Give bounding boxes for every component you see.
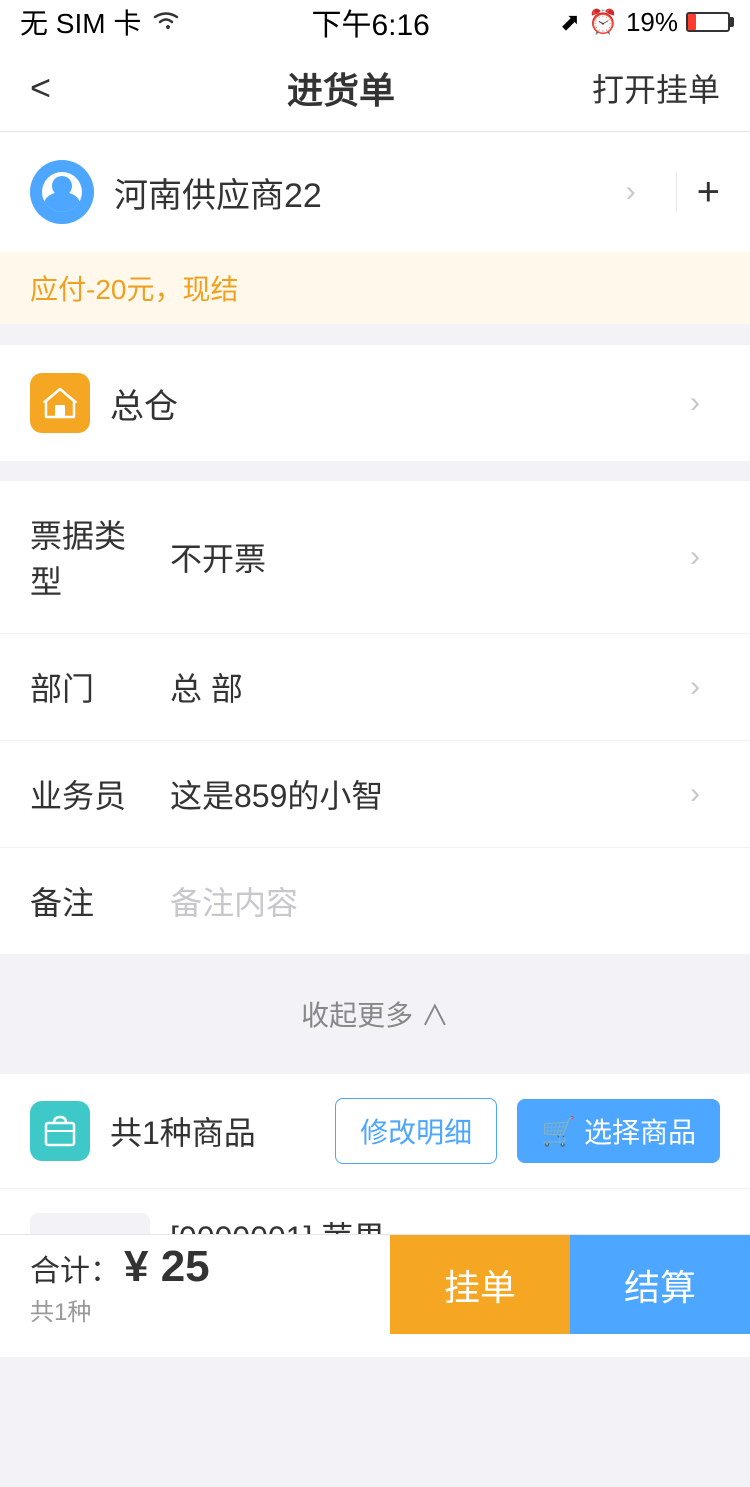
location-icon: ⬈: [560, 8, 580, 37]
status-bar: 无 SIM 卡 下午6:16 ⬈ ⏰ 19%: [0, 0, 750, 44]
warehouse-chevron-icon: ›: [690, 386, 700, 420]
warehouse-section: 总仓 ›: [0, 344, 750, 461]
invoice-type-label: 票据类型: [30, 511, 150, 603]
products-header: 共1种商品 修改明细 🛒 选择商品: [0, 1074, 750, 1189]
supplier-section: 河南供应商22 › + 应付-20元，现结: [0, 132, 750, 324]
select-product-button[interactable]: 🛒 选择商品: [517, 1099, 720, 1163]
supplier-name: 河南供应商22: [114, 168, 626, 217]
page-title: 进货单: [287, 62, 395, 114]
warehouse-icon: [30, 373, 90, 433]
product-count: 共1种商品: [110, 1108, 315, 1154]
modify-detail-button[interactable]: 修改明细: [335, 1098, 497, 1164]
salesperson-value: 这是859的小智: [170, 771, 690, 817]
collapse-label: 收起更多 ∧: [301, 994, 449, 1034]
notice-text: 应付-20元，现结: [30, 274, 238, 305]
carrier-label: 无 SIM 卡: [20, 2, 141, 42]
select-product-label: 选择商品: [584, 1111, 696, 1151]
supplier-avatar: [30, 160, 94, 224]
invoice-type-chevron-icon: ›: [690, 540, 700, 574]
alarm-icon: ⏰: [588, 8, 618, 37]
open-pending-button[interactable]: 打开挂单: [592, 65, 720, 111]
total-count: 共1种: [30, 1292, 360, 1327]
total-section: 合计： ¥ 25 共1种: [0, 1235, 390, 1334]
bottom-bar: 合计： ¥ 25 共1种 挂单 结算: [0, 1234, 750, 1334]
supplier-row[interactable]: 河南供应商22 › +: [0, 132, 750, 252]
total-label: 合计：: [30, 1246, 120, 1290]
invoice-type-row[interactable]: 票据类型 不开票 ›: [0, 481, 750, 634]
battery-percent: 19%: [626, 7, 678, 38]
status-left: 无 SIM 卡: [20, 2, 181, 42]
department-chevron-icon: ›: [690, 670, 700, 704]
warehouse-row[interactable]: 总仓 ›: [0, 344, 750, 461]
pending-button[interactable]: 挂单: [390, 1235, 570, 1334]
total-amount: ¥ 25: [124, 1242, 210, 1292]
department-value: 总 部: [170, 664, 690, 710]
wifi-icon: [151, 6, 181, 38]
remark-label: 备注: [30, 878, 150, 924]
supplier-chevron-icon: ›: [626, 175, 636, 209]
remark-placeholder: 备注内容: [170, 878, 720, 924]
salesperson-row[interactable]: 业务员 这是859的小智 ›: [0, 741, 750, 848]
nav-bar: < 进货单 打开挂单: [0, 44, 750, 132]
time-label: 下午6:16: [311, 0, 429, 44]
notice-banner: 应付-20元，现结: [0, 252, 750, 324]
cart-icon: 🛒: [541, 1115, 576, 1148]
salesperson-chevron-icon: ›: [690, 777, 700, 811]
remark-row[interactable]: 备注 备注内容: [0, 848, 750, 954]
department-row[interactable]: 部门 总 部 ›: [0, 634, 750, 741]
add-button[interactable]: +: [697, 170, 720, 215]
warehouse-name: 总仓: [110, 379, 690, 428]
product-icon: [30, 1101, 90, 1161]
form-section: 票据类型 不开票 › 部门 总 部 › 业务员 这是859的小智 › 备注 备注…: [0, 481, 750, 954]
invoice-type-value: 不开票: [170, 534, 690, 580]
department-label: 部门: [30, 664, 150, 710]
salesperson-label: 业务员: [30, 771, 150, 817]
checkout-button[interactable]: 结算: [570, 1235, 750, 1334]
supplier-divider: [676, 172, 677, 212]
status-right: ⬈ ⏰ 19%: [560, 7, 730, 38]
back-button[interactable]: <: [30, 67, 90, 109]
battery-icon: [686, 12, 730, 32]
collapse-button[interactable]: 收起更多 ∧: [0, 974, 750, 1054]
